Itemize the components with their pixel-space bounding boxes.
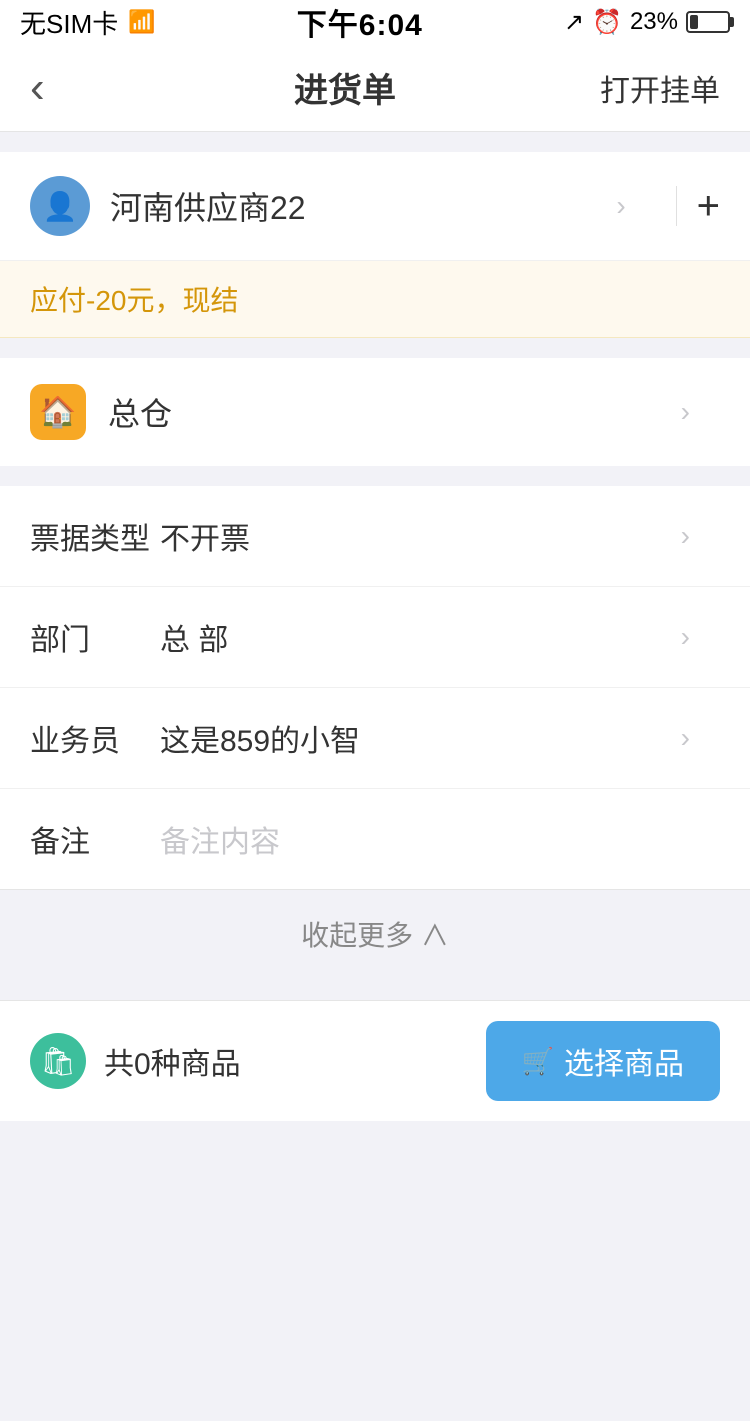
- form-card: 票据类型 不开票 › 部门 总 部 › 业务员 这是859的小智 › 备注 备注…: [0, 486, 750, 978]
- warehouse-chevron-icon: ›: [681, 396, 690, 428]
- house-icon: 🏠: [39, 395, 76, 430]
- select-btn-label: 选择商品: [564, 1039, 684, 1083]
- warehouse-card[interactable]: 🏠 总仓 ›: [0, 358, 750, 466]
- product-count: 共0种商品: [104, 1039, 486, 1083]
- rest-area: [0, 1121, 750, 1421]
- department-chevron-icon: ›: [681, 621, 690, 653]
- salesperson-value: 这是859的小智: [160, 716, 681, 760]
- status-left: 无SIM卡 📶: [20, 4, 156, 41]
- battery-percent: 23%: [630, 8, 678, 36]
- battery-icon: [686, 11, 730, 33]
- back-button[interactable]: ‹: [30, 63, 90, 113]
- gap-1: [0, 132, 750, 152]
- salesperson-row[interactable]: 业务员 这是859的小智 ›: [0, 687, 750, 788]
- supplier-row[interactable]: 👤 河南供应商22 › +: [0, 152, 750, 261]
- invoice-chevron-icon: ›: [681, 520, 690, 552]
- remark-row[interactable]: 备注 备注内容: [0, 788, 750, 889]
- avatar-icon: 👤: [43, 190, 78, 223]
- warehouse-icon: 🏠: [30, 384, 86, 440]
- alarm-icon: ⏰: [592, 8, 622, 37]
- select-cart-icon: 🛒: [522, 1046, 554, 1077]
- remark-placeholder[interactable]: 备注内容: [160, 817, 720, 861]
- salesperson-label: 业务员: [30, 716, 160, 760]
- divider: [676, 186, 677, 226]
- collapse-button[interactable]: 收起更多 ∧: [0, 889, 750, 978]
- warehouse-row[interactable]: 🏠 总仓 ›: [0, 358, 750, 466]
- invoice-value: 不开票: [160, 514, 681, 558]
- status-bar: 无SIM卡 📶 下午6:04 ↗ ⏰ 23%: [0, 0, 750, 44]
- collapse-label: 收起更多 ∧: [301, 920, 449, 951]
- supplier-name: 河南供应商22: [110, 183, 616, 229]
- wifi-icon: 📶: [128, 9, 155, 35]
- invoice-row[interactable]: 票据类型 不开票 ›: [0, 486, 750, 586]
- cart-icon: 🛍: [40, 1045, 76, 1078]
- status-time: 下午6:04: [297, 0, 423, 44]
- page-title: 进货单: [294, 63, 396, 112]
- warehouse-name: 总仓: [108, 389, 681, 435]
- bottom-bar: 🛍 共0种商品 🛒 选择商品: [0, 1000, 750, 1121]
- nav-bar: ‹ 进货单 打开挂单: [0, 44, 750, 132]
- location-icon: ↗: [564, 8, 584, 37]
- notice-text: 应付-20元，现结: [30, 285, 238, 316]
- gap-4: [0, 978, 750, 998]
- back-chevron-icon: ‹: [30, 63, 45, 113]
- invoice-label: 票据类型: [30, 514, 160, 558]
- department-label: 部门: [30, 615, 160, 659]
- product-icon: 🛍: [30, 1033, 86, 1089]
- select-product-button[interactable]: 🛒 选择商品: [486, 1021, 720, 1101]
- department-row[interactable]: 部门 总 部 ›: [0, 586, 750, 687]
- gap-3: [0, 466, 750, 486]
- gap-2: [0, 338, 750, 358]
- supplier-avatar: 👤: [30, 176, 90, 236]
- signal-text: 无SIM卡: [20, 4, 118, 41]
- supplier-chevron-icon: ›: [616, 190, 625, 222]
- add-button[interactable]: +: [697, 184, 720, 229]
- status-right: ↗ ⏰ 23%: [564, 8, 730, 37]
- open-hang-button[interactable]: 打开挂单: [600, 66, 720, 110]
- notice-bar: 应付-20元，现结: [0, 261, 750, 338]
- department-value: 总 部: [160, 615, 681, 659]
- salesperson-chevron-icon: ›: [681, 722, 690, 754]
- remark-label: 备注: [30, 817, 160, 861]
- supplier-card: 👤 河南供应商22 › + 应付-20元，现结: [0, 152, 750, 338]
